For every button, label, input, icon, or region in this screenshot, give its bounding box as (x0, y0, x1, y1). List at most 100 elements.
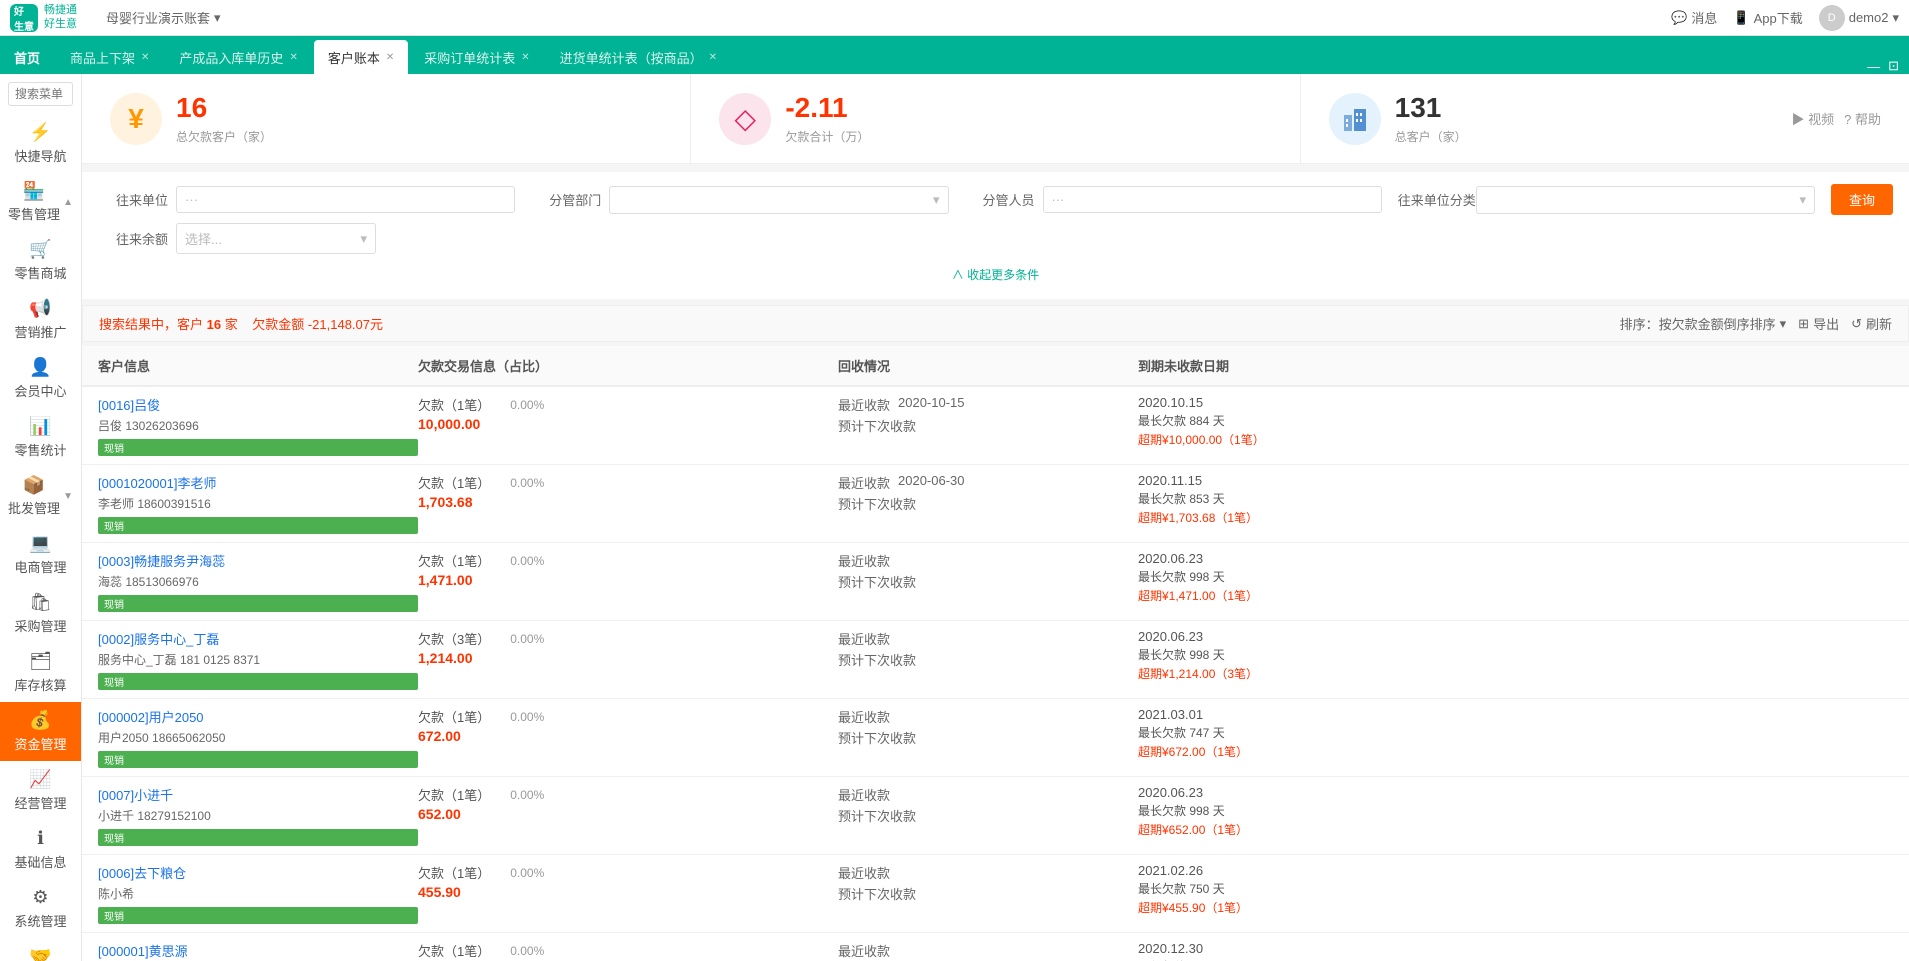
recovery-info-5: 最近收款 预计下次收款 (838, 785, 1138, 825)
last-collection-label-1: 最近收款 (838, 473, 890, 492)
sidebar-item-quick-nav[interactable]: ⚡ 快捷导航 (0, 114, 81, 173)
sidebar-item-operations[interactable]: 📈 经营管理 (0, 761, 81, 820)
balance-placeholder: 选择... (185, 229, 222, 248)
overdue-amount-1[interactable]: 超期¥1,703.68（1笔） (1138, 509, 1893, 526)
help-btn[interactable]: ? 帮助 (1844, 109, 1881, 128)
tab-close-icon[interactable]: ✕ (709, 52, 717, 63)
sidebar-item-retail-mgmt[interactable]: 🏪 零售管理 ▲ (0, 173, 81, 231)
sidebar-item-inventory[interactable]: 🗂 库存核算 (0, 643, 81, 702)
col-header-customer: 客户信息 (98, 356, 418, 375)
sidebar-item-retail-mall[interactable]: 🛒 零售商城 (0, 231, 81, 290)
overdue-date-4: 2021.03.01 (1138, 707, 1893, 722)
refresh-button[interactable]: ↺ 刷新 (1851, 314, 1892, 333)
balance-input[interactable]: 选择... ▾ (176, 223, 376, 254)
stat-debt-total: ◇ -2.11 欠款合计（万） (691, 74, 1300, 163)
export-button[interactable]: ⊞ 导出 (1798, 314, 1839, 333)
filter-balance: 往来余额 选择... ▾ (98, 223, 1893, 254)
stat-value-all: 131 (1395, 92, 1467, 124)
help-icon: ? (1844, 112, 1851, 127)
overdue-amount-4[interactable]: 超期¥672.00（1笔） (1138, 743, 1893, 760)
customer-name-1[interactable]: [0001020001]李老师 (98, 473, 418, 492)
last-date-1: 2020-06-30 (898, 473, 965, 492)
sidebar-item-retail-stats[interactable]: 📊 零售统计 (0, 408, 81, 467)
tab-close-icon[interactable]: ✕ (141, 52, 149, 63)
minimize-icon[interactable]: — (1867, 59, 1880, 74)
filter-collapse-btn[interactable]: ∧ 收起更多条件 (98, 262, 1893, 287)
main-content: ¥ 16 总欠款客户（家） ◇ -2.11 欠款合计（万） (82, 74, 1909, 961)
sidebar-item-marketing[interactable]: 📢 营销推广 (0, 290, 81, 349)
user-menu[interactable]: D demo2 ▾ (1819, 5, 1899, 31)
manager-input[interactable]: ··· (1043, 186, 1382, 213)
customer-name-3[interactable]: [0002]服务中心_丁磊 (98, 629, 418, 648)
customer-name-6[interactable]: [0006]去下粮仓 (98, 863, 418, 882)
message-btn[interactable]: 💬 消息 (1671, 8, 1717, 27)
stat-value-debt: 16 (176, 92, 272, 124)
table-row: [0003]畅捷服务尹海蕊 海蕊 18513066976 现销 欠款（1笔） 0… (82, 543, 1909, 621)
tab-close-icon[interactable]: ✕ (521, 52, 529, 63)
sidebar-item-label: 快捷导航 (14, 146, 66, 165)
system-icon: ⚙ (32, 887, 48, 908)
customer-name-2[interactable]: [0003]畅捷服务尹海蕊 (98, 551, 418, 570)
sidebar-item-label: 经营管理 (14, 793, 66, 812)
overdue-amount-3[interactable]: 超期¥1,214.00（3笔） (1138, 665, 1893, 682)
sidebar-item-basic-info[interactable]: ℹ 基础信息 (0, 820, 81, 879)
customer-badge-4: 现销 (98, 751, 418, 768)
customer-name-4[interactable]: [000002]用户2050 (98, 707, 418, 726)
maximize-icon[interactable]: ⊡ (1888, 58, 1899, 74)
customer-name-7[interactable]: [000001]黄思源 (98, 941, 418, 960)
overdue-amount-6[interactable]: 超期¥455.90（1笔） (1138, 899, 1893, 916)
tab-close-icon[interactable]: ✕ (386, 52, 394, 63)
col-header-recovery: 回收情况 (838, 356, 1138, 375)
customer-name-5[interactable]: [0007]小进千 (98, 785, 418, 804)
tab-home[interactable]: 首页 (0, 40, 54, 74)
unit-category-input[interactable]: ▾ (1476, 186, 1815, 214)
sidebar-item-ecommerce[interactable]: 💻 电商管理 (0, 525, 81, 584)
sidebar-item-system[interactable]: ⚙ 系统管理 (0, 879, 81, 938)
search-button[interactable]: 查询 (1831, 184, 1893, 215)
stat-label-all: 总客户（家） (1395, 128, 1467, 145)
customer-phone-0: 吕俊 13026203696 (98, 417, 418, 434)
app-download-btn[interactable]: 📱 App下载 (1733, 8, 1802, 27)
industry-select[interactable]: 母婴行业演示账套 ▾ (100, 6, 227, 29)
sidebar-item-purchase[interactable]: 🛍 采购管理 (0, 584, 81, 643)
tab-close-icon[interactable]: ✕ (289, 52, 297, 63)
recovery-info-4: 最近收款 预计下次收款 (838, 707, 1138, 747)
debt-info-1: 欠款（1笔） 0.00% 1,703.68 (418, 473, 838, 510)
sidebar-item-batch-mgmt[interactable]: 📦 批发管理 ▼ (0, 467, 81, 525)
arrow-icon: ▲ (63, 197, 73, 208)
result-bar: 搜索结果中，客户 16 家 欠款金额 -21,148.07元 排序：按欠款金额倒… (82, 305, 1909, 342)
sidebar-search-input[interactable] (8, 82, 73, 106)
video-btn[interactable]: ▶ 视频 (1791, 109, 1834, 128)
overdue-date-5: 2020.06.23 (1138, 785, 1893, 800)
basic-info-icon: ℹ (37, 828, 44, 849)
source-unit-input[interactable]: ··· (176, 186, 515, 213)
sidebar-item-enterprise-collab[interactable]: 🤝 企业协同 (0, 938, 81, 961)
overdue-amount-0[interactable]: 超期¥10,000.00（1笔） (1138, 431, 1893, 448)
video-label: 视频 (1808, 112, 1834, 127)
overdue-amount-2[interactable]: 超期¥1,471.00（1笔） (1138, 587, 1893, 604)
tab-customer-account[interactable]: 客户账本 ✕ (314, 40, 408, 74)
debt-percent-2: 0.00% (510, 554, 544, 568)
stat-all-customers: 131 总客户（家） ▶ 视频 ? 帮助 (1301, 74, 1909, 163)
department-input[interactable]: ▾ (609, 186, 948, 214)
overdue-amount-5[interactable]: 超期¥652.00（1笔） (1138, 821, 1893, 838)
recovery-info-2: 最近收款 预计下次收款 (838, 551, 1138, 591)
sidebar-item-finance[interactable]: 💰 资金管理 (0, 702, 81, 761)
customer-name-0[interactable]: [0016]吕俊 (98, 395, 418, 414)
tab-product-history[interactable]: 产成品入库单历史 ✕ (165, 40, 311, 74)
purchase-icon: 🛍 (29, 592, 52, 613)
sort-selector[interactable]: 排序：按欠款金额倒序排序 ▾ (1620, 314, 1787, 333)
tab-inbound-stats[interactable]: 进货单统计表（按商品） ✕ (546, 40, 731, 74)
table-row-content: [0002]服务中心_丁磊 服务中心_丁磊 181 0125 8371 现销 欠… (82, 621, 1909, 698)
tab-product-off[interactable]: 商品上下架 ✕ (56, 40, 163, 74)
tab-purchase-order[interactable]: 采购订单统计表 ✕ (410, 40, 543, 74)
logo-icon: 好生意 (10, 4, 38, 32)
member-icon: 👤 (29, 357, 51, 378)
debt-amount-2: 1,471.00 (418, 572, 838, 588)
marketing-icon: 📢 (29, 298, 51, 319)
logo-area: 好生意 畅捷通好生意 (10, 4, 90, 32)
sidebar-item-member-center[interactable]: 👤 会员中心 (0, 349, 81, 408)
data-table: 客户信息 欠款交易信息（占比） 回收情况 到期未收款日期 [0016]吕俊 吕俊… (82, 346, 1909, 961)
debt-percent-6: 0.00% (510, 866, 544, 880)
next-collection-label-4: 预计下次收款 (838, 728, 916, 747)
